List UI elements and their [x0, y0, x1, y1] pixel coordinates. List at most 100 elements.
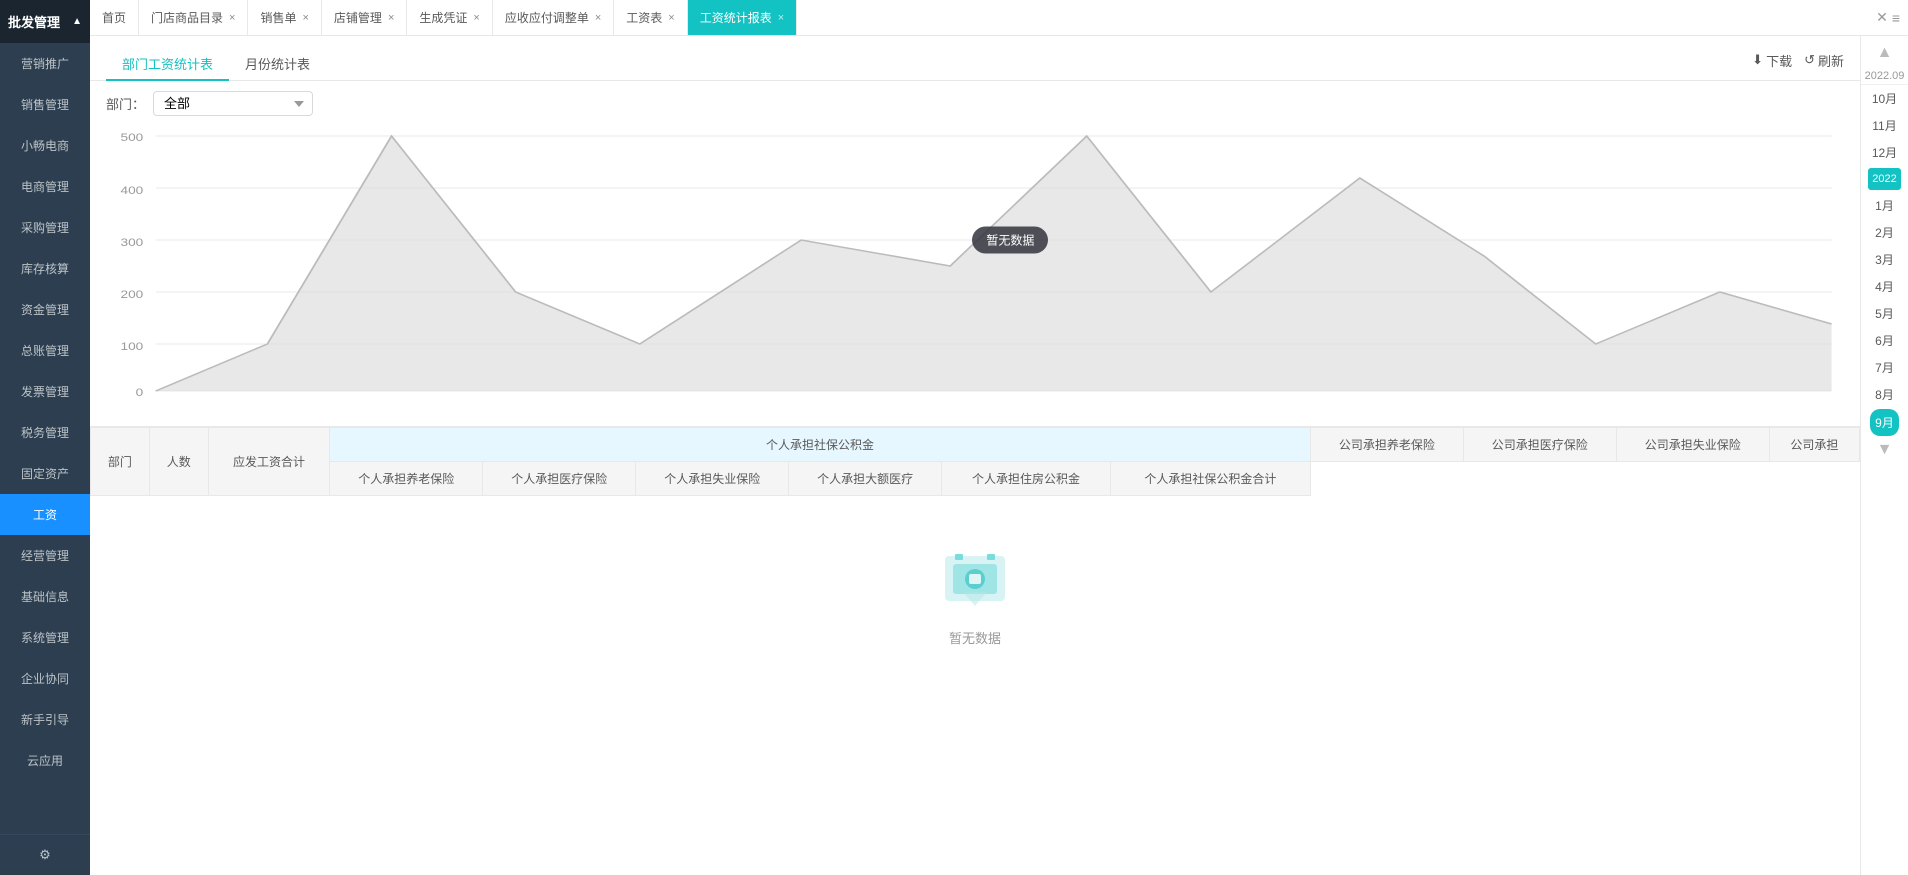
sidebar-collapse-icon: ▲ [72, 16, 82, 27]
chart-area: 500 400 300 200 100 0 [90, 126, 1860, 426]
col-count: 人数 [149, 428, 208, 496]
timeline-item-9月[interactable]: 9月 [1870, 409, 1898, 436]
tabbar-more-icon[interactable]: ≡ [1892, 10, 1900, 26]
sidebar-item-工资[interactable]: 工资 [0, 494, 90, 535]
chart-svg: 500 400 300 200 100 0 [106, 126, 1844, 406]
tab-close-icon[interactable]: × [778, 12, 784, 24]
sidebar-item-总账管理[interactable]: 总账管理 [0, 330, 90, 371]
col-personal-unemployment: 个人承担失业保险 [636, 462, 789, 496]
tab-close-icon[interactable]: × [595, 12, 601, 24]
timeline-item-5月[interactable]: 5月 [1864, 300, 1904, 327]
tab-工资统计报表[interactable]: 工资统计报表× [688, 0, 797, 35]
tab-close-icon[interactable]: × [668, 12, 674, 24]
col-company-pension: 公司承担养老保险 [1310, 428, 1463, 462]
refresh-button[interactable]: ↺ 刷新 [1804, 51, 1844, 70]
tab-close-icon[interactable]: × [229, 12, 235, 24]
svg-text:400: 400 [120, 184, 143, 196]
col-company-medical: 公司承担医疗保险 [1463, 428, 1616, 462]
col-total-salary: 应发工资合计 [208, 428, 330, 496]
no-data-icon [935, 536, 1015, 616]
sidebar: 批发管理 ▲ 营销推广销售管理小畅电商电商管理采购管理库存核算资金管理总账管理发… [0, 0, 90, 875]
col-company-other: 公司承担 [1769, 428, 1859, 462]
tab-门店商品目录[interactable]: 门店商品目录× [139, 0, 248, 35]
col-personal-medical: 个人承担医疗保险 [483, 462, 636, 496]
sub-tab-部门工资统计表[interactable]: 部门工资统计表 [106, 48, 229, 81]
sidebar-item-资金管理[interactable]: 资金管理 [0, 289, 90, 330]
sidebar-item-销售管理[interactable]: 销售管理 [0, 84, 90, 125]
svg-text:0: 0 [136, 386, 144, 398]
timeline-item-2月[interactable]: 2月 [1864, 219, 1904, 246]
sidebar-item-发票管理[interactable]: 发票管理 [0, 371, 90, 412]
tab-应收应付调整单[interactable]: 应收应付调整单× [493, 0, 614, 35]
tab-店铺管理[interactable]: 店铺管理× [322, 0, 407, 35]
table-wrapper: 部门 人数 应发工资合计 个人承担社保公积金 公司承担养老保险 公司承担医疗保险… [90, 426, 1860, 875]
sidebar-item-营销推广[interactable]: 营销推广 [0, 43, 90, 84]
timeline-down-icon[interactable]: ▼ [1873, 437, 1897, 463]
sidebar-header[interactable]: 批发管理 ▲ [0, 0, 90, 43]
data-table: 部门 人数 应发工资合计 个人承担社保公积金 公司承担养老保险 公司承担医疗保险… [90, 427, 1860, 496]
tab-close-icon[interactable]: × [388, 12, 394, 24]
sub-tab-月份统计表[interactable]: 月份统计表 [229, 48, 326, 81]
timeline-up-icon[interactable]: ▲ [1873, 40, 1897, 66]
sidebar-item-小畅电商[interactable]: 小畅电商 [0, 125, 90, 166]
tab-首页[interactable]: 首页 [90, 0, 139, 35]
timeline-item-7月[interactable]: 7月 [1864, 354, 1904, 381]
no-data-text: 暂无数据 [949, 628, 1001, 647]
download-icon: ⬇ [1752, 52, 1763, 68]
sidebar-item-系统管理[interactable]: 系统管理 [0, 617, 90, 658]
download-button[interactable]: ⬇ 下载 [1752, 51, 1792, 70]
sidebar-item-企业协同[interactable]: 企业协同 [0, 658, 90, 699]
refresh-icon: ↺ [1804, 52, 1815, 68]
sidebar-item-新手引导[interactable]: 新手引导 [0, 699, 90, 740]
col-company-unemployment: 公司承担失业保险 [1616, 428, 1769, 462]
sidebar-item-电商管理[interactable]: 电商管理 [0, 166, 90, 207]
tab-close-icon[interactable]: × [302, 12, 308, 24]
dept-select[interactable]: 全部 [153, 91, 313, 116]
svg-text:500: 500 [120, 131, 143, 143]
sub-tabs: 部门工资统计表月份统计表 ⬇ 下载 ↺ 刷新 [90, 36, 1860, 81]
col-personal-housing: 个人承担住房公积金 [942, 462, 1111, 496]
sidebar-item-基础信息[interactable]: 基础信息 [0, 576, 90, 617]
timeline-item-11月[interactable]: 11月 [1864, 112, 1904, 139]
timeline-item-3月[interactable]: 3月 [1864, 246, 1904, 273]
sidebar-item-经营管理[interactable]: 经营管理 [0, 535, 90, 576]
sidebar-item-库存核算[interactable]: 库存核算 [0, 248, 90, 289]
timeline-item-10月[interactable]: 10月 [1864, 85, 1904, 112]
svg-text:200: 200 [120, 288, 143, 300]
no-data-area: 暂无数据 [90, 496, 1860, 687]
tabbar-actions: ✕ ≡ [1868, 9, 1908, 26]
page: 部门工资统计表月份统计表 ⬇ 下载 ↺ 刷新 部门： [90, 36, 1860, 875]
settings-icon: ⚙ [39, 847, 51, 862]
tab-销售单[interactable]: 销售单× [248, 0, 321, 35]
dept-label: 部门： [106, 94, 145, 113]
sidebar-settings[interactable]: ⚙ [0, 834, 90, 875]
tab-工资表[interactable]: 工资表× [614, 0, 687, 35]
tabbar-close-icon[interactable]: ✕ [1876, 9, 1888, 26]
col-personal-total: 个人承担社保公积金合计 [1110, 462, 1310, 496]
main-area: 首页门店商品目录×销售单×店铺管理×生成凭证×应收应付调整单×工资表×工资统计报… [90, 0, 1908, 875]
tab-close-icon[interactable]: × [473, 12, 479, 24]
sidebar-item-采购管理[interactable]: 采购管理 [0, 207, 90, 248]
tab-生成凭证[interactable]: 生成凭证× [407, 0, 492, 35]
sidebar-item-云应用[interactable]: 云应用 [0, 740, 90, 781]
timeline-item-12月[interactable]: 12月 [1864, 139, 1904, 166]
col-personal-pension: 个人承担养老保险 [330, 462, 483, 496]
col-personal-major-medical: 个人承担大额医疗 [789, 462, 942, 496]
svg-text:300: 300 [120, 236, 143, 248]
timeline-sidebar: ▲ 2022.09 10月11月12月20221月2月3月4月5月6月7月8月9… [1860, 36, 1908, 875]
col-dept: 部门 [91, 428, 150, 496]
timeline-item-8月[interactable]: 8月 [1864, 381, 1904, 408]
toolbar: 部门： 全部 [90, 81, 1860, 126]
timeline-item-6月[interactable]: 6月 [1864, 327, 1904, 354]
svg-text:100: 100 [120, 340, 143, 352]
content-area: 部门工资统计表月份统计表 ⬇ 下载 ↺ 刷新 部门： [90, 36, 1908, 875]
sidebar-item-税务管理[interactable]: 税务管理 [0, 412, 90, 453]
timeline-date-header: 2022.09 [1861, 66, 1908, 85]
timeline-item-2022[interactable]: 2022 [1868, 168, 1900, 190]
col-group-personal: 个人承担社保公积金 [330, 428, 1311, 462]
sidebar-title: 批发管理 [8, 12, 60, 31]
timeline-item-4月[interactable]: 4月 [1864, 273, 1904, 300]
sidebar-item-固定资产[interactable]: 固定资产 [0, 453, 90, 494]
toolbar-right: ⬇ 下载 ↺ 刷新 [1752, 51, 1844, 78]
timeline-item-1月[interactable]: 1月 [1864, 192, 1904, 219]
